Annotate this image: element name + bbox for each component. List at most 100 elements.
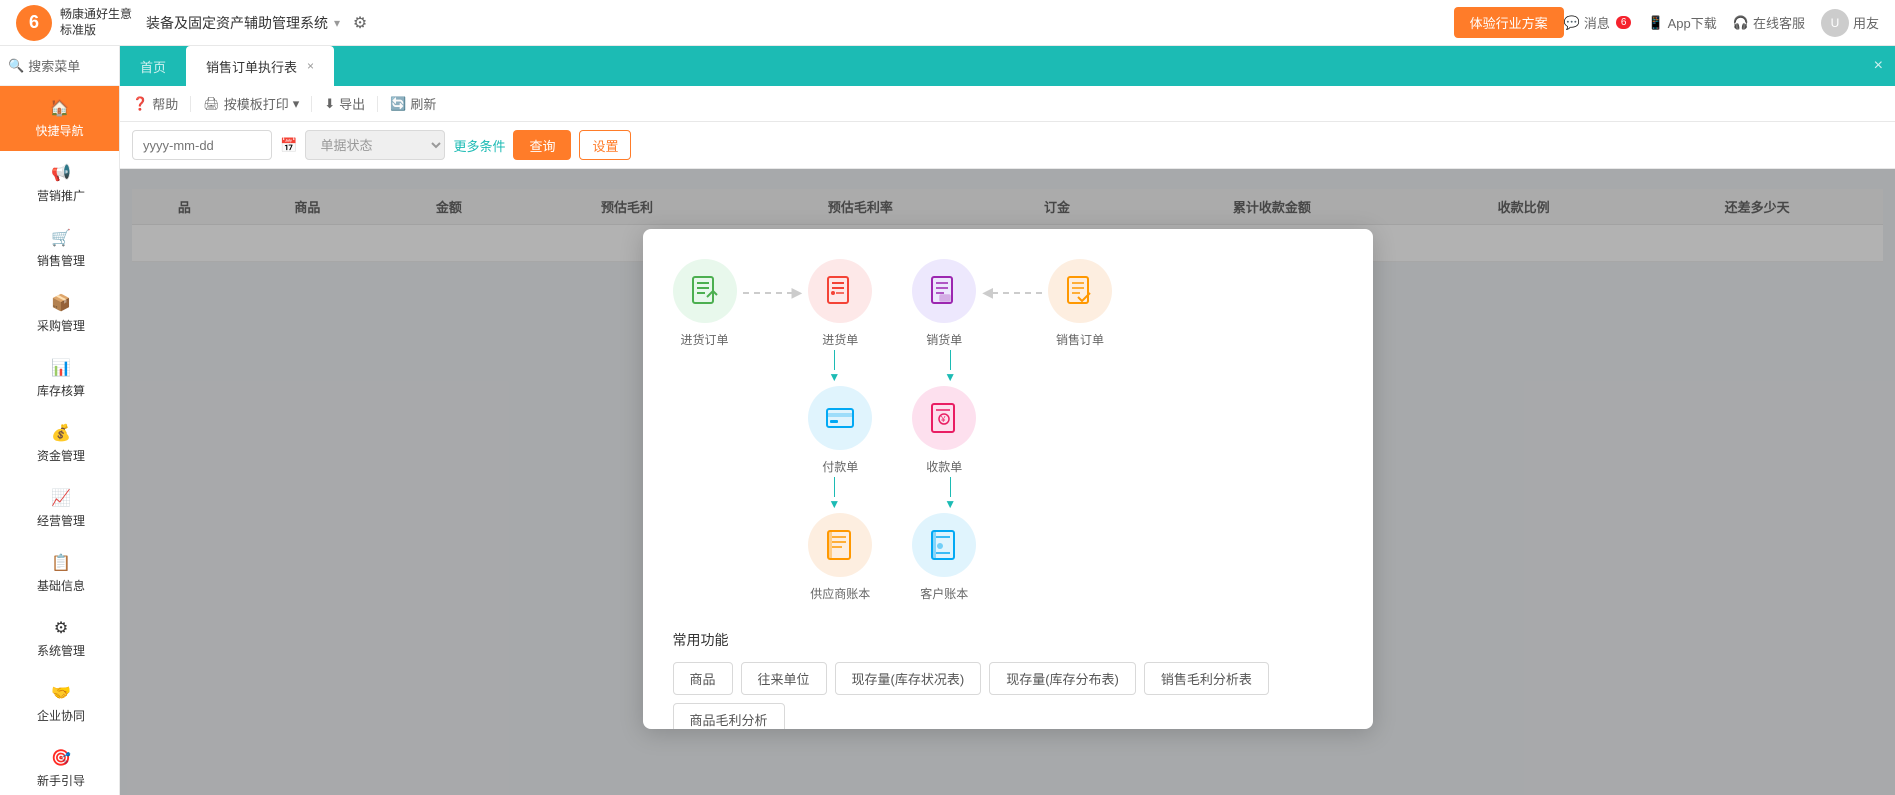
gear-icon[interactable]: ⚙ <box>346 9 374 37</box>
user-item[interactable]: U 用友 <box>1821 9 1879 37</box>
flow-purchase-row: 进货订单 ▶ <box>673 259 873 348</box>
avatar: U <box>1821 9 1849 37</box>
arrow-down-payment: ▼ <box>673 348 873 386</box>
sidebar-item-inventory[interactable]: 📊 库存核算 <box>0 346 119 411</box>
logo-icon: 6 <box>16 5 52 41</box>
filter-bar: 📅 单据状态 更多条件 查询 设置 <box>120 122 1895 169</box>
status-select[interactable]: 单据状态 <box>305 130 445 160</box>
tab-bar: 首页 销售订单执行表 × × <box>120 46 1895 86</box>
main-area: 🔍 搜索菜单 🏠 快捷导航 📢 营销推广 🛒 销售管理 📦 采购管理 📊 <box>0 46 1895 795</box>
calendar-icon[interactable]: 📅 <box>280 137 297 154</box>
online-service-item[interactable]: 🎧 在线客服 <box>1733 13 1805 32</box>
flow-node-customer-ledger[interactable]: 客户账本 <box>912 513 976 602</box>
inventory-icon: 📊 <box>51 358 71 378</box>
func-btn-stock-dist[interactable]: 现存量(库存分布表) <box>989 662 1136 695</box>
common-functions-section: 常用功能 商品 往来单位 现存量(库存状况表) 现存量(库存分布表) 销售毛利分… <box>673 630 1343 729</box>
flow-payment-row: 付款单 <box>673 386 873 475</box>
sidebar: 🔍 搜索菜单 🏠 快捷导航 📢 营销推广 🛒 销售管理 📦 采购管理 📊 <box>0 46 120 795</box>
refresh-button[interactable]: 🔄 刷新 <box>390 94 436 113</box>
logo-text: 畅康通好生意 标准版 <box>60 7 132 38</box>
flow-node-receipt-bill[interactable]: ¥ 收款单 <box>912 386 976 475</box>
help-button[interactable]: ❓ 帮助 <box>132 94 178 113</box>
purchase-order-icon <box>687 273 723 309</box>
purchase-bill-icon <box>822 273 858 309</box>
basic-info-icon: 📋 <box>51 553 71 573</box>
marketing-icon: 📢 <box>51 163 71 183</box>
flow-node-purchase-order[interactable]: 进货订单 <box>673 259 737 348</box>
sidebar-item-marketing[interactable]: 📢 营销推广 <box>0 151 119 216</box>
purchase-order-label: 进货订单 <box>680 331 728 348</box>
system-dropdown-btn[interactable]: ▾ <box>334 16 340 30</box>
system-icon: ⚙ <box>54 618 68 638</box>
tab-bar-close-icon[interactable]: × <box>1874 57 1883 75</box>
sidebar-item-purchase[interactable]: 📦 采购管理 <box>0 281 119 346</box>
func-btn-product-margin[interactable]: 商品毛利分析 <box>673 703 785 729</box>
func-buttons-row1: 商品 往来单位 现存量(库存状况表) 现存量(库存分布表) 销售毛利分析表 商品… <box>673 662 1343 729</box>
arrow-purchase-to-bill: ▶ <box>743 284 803 301</box>
sidebar-item-sales[interactable]: 🛒 销售管理 <box>0 216 119 281</box>
top-bar-right: 💬 消息 6 📱 App下载 🎧 在线客服 U 用友 <box>1564 9 1879 37</box>
message-item[interactable]: 💬 消息 6 <box>1564 13 1632 32</box>
logo-area: 6 畅康通好生意 标准版 <box>16 5 136 41</box>
supplier-ledger-label: 供应商账本 <box>810 585 870 602</box>
sidebar-item-enterprise[interactable]: 🤝 企业协同 <box>0 671 119 736</box>
flow-node-sales-order[interactable]: 销售订单 <box>1048 259 1112 348</box>
app-download-item[interactable]: 📱 App下载 <box>1647 13 1716 32</box>
print-dropdown-icon: ▾ <box>293 96 300 112</box>
receipt-bill-circle: ¥ <box>912 386 976 450</box>
payment-bill-label: 付款单 <box>822 458 858 475</box>
purchase-order-circle <box>673 259 737 323</box>
print-icon: 🖨 <box>203 96 220 112</box>
sidebar-item-basic-info[interactable]: 📋 基础信息 <box>0 541 119 606</box>
search-icon: 🔍 <box>8 58 24 74</box>
customer-ledger-icon <box>926 527 962 563</box>
template-print-button[interactable]: 🖨 按模板打印 ▾ <box>203 94 299 113</box>
export-button[interactable]: ⬇ 导出 <box>324 94 365 113</box>
tab-close-icon[interactable]: × <box>307 59 314 73</box>
arrow-down-customer: ▼ <box>912 475 1112 513</box>
func-btn-product[interactable]: 商品 <box>673 662 733 695</box>
sidebar-item-system[interactable]: ⚙ 系统管理 <box>0 606 119 671</box>
tab-sales-order[interactable]: 销售订单执行表 × <box>186 46 334 86</box>
toolbar: ❓ 帮助 🖨 按模板打印 ▾ ⬇ 导出 🔄 刷新 <box>120 86 1895 122</box>
app-wrapper: 6 畅康通好生意 标准版 装备及固定资产辅助管理系统 ▾ ⚙ 体验行业方案 💬 … <box>0 0 1895 795</box>
flow-node-purchase-bill[interactable]: 进货单 <box>808 259 872 348</box>
supplier-ledger-circle <box>808 513 872 577</box>
flow-supplier-row: 供应商账本 <box>673 513 873 602</box>
enterprise-icon: 🤝 <box>51 683 71 703</box>
flow-sales-row: 销货单 ◀ <box>912 259 1112 348</box>
sales-bill-circle <box>912 259 976 323</box>
tab-home[interactable]: 首页 <box>120 46 186 86</box>
service-icon: 🎧 <box>1733 15 1749 31</box>
flow-right-col: 销货单 ◀ <box>912 259 1112 602</box>
func-btn-sales-margin[interactable]: 销售毛利分析表 <box>1144 662 1269 695</box>
sales-bill-label: 销货单 <box>926 331 962 348</box>
payment-bill-circle <box>808 386 872 450</box>
receipt-bill-icon: ¥ <box>926 400 962 436</box>
customer-ledger-circle <box>912 513 976 577</box>
flow-node-payment-bill[interactable]: 付款单 <box>808 386 872 475</box>
operations-icon: 📈 <box>51 488 71 508</box>
sidebar-search[interactable]: 🔍 搜索菜单 <box>0 46 119 86</box>
sidebar-item-newbie[interactable]: 🎯 新手引导 <box>0 736 119 795</box>
modal-box: 进货订单 ▶ <box>643 229 1373 729</box>
arrow-sales-to-bill: ◀ <box>982 284 1042 301</box>
date-start-input[interactable] <box>132 130 272 160</box>
supplier-ledger-icon <box>822 527 858 563</box>
set-button[interactable]: 设置 <box>579 130 631 160</box>
search-button[interactable]: 查询 <box>513 130 571 160</box>
customer-ledger-label: 客户账本 <box>920 585 968 602</box>
func-btn-stock-status[interactable]: 现存量(库存状况表) <box>835 662 982 695</box>
more-conditions-link[interactable]: 更多条件 <box>453 136 505 155</box>
sidebar-item-operations[interactable]: 📈 经营管理 <box>0 476 119 541</box>
sidebar-item-finance[interactable]: 💰 资金管理 <box>0 411 119 476</box>
toolbar-separator-3 <box>377 96 378 112</box>
help-icon: ❓ <box>132 96 148 112</box>
newbie-icon: 🎯 <box>51 748 71 768</box>
flow-node-supplier-ledger[interactable]: 供应商账本 <box>808 513 872 602</box>
trial-button[interactable]: 体验行业方案 <box>1454 7 1564 38</box>
sidebar-item-quick-nav[interactable]: 🏠 快捷导航 <box>0 86 119 151</box>
flow-receipt-row: ¥ 收款单 <box>912 386 1112 475</box>
func-btn-contacts[interactable]: 往来单位 <box>741 662 827 695</box>
flow-node-sales-bill[interactable]: 销货单 <box>912 259 976 348</box>
